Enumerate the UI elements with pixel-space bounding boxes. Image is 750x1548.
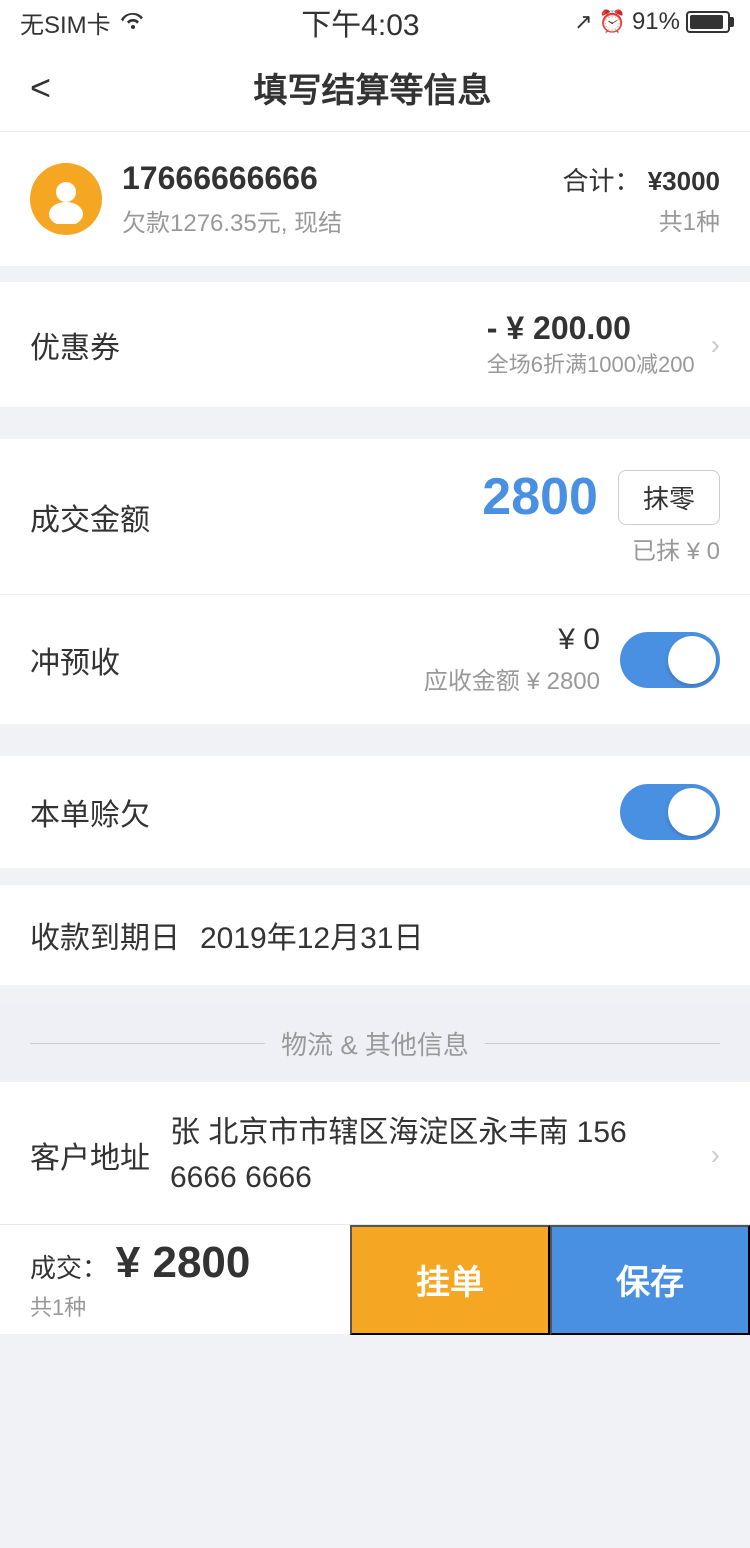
avatar [30, 163, 102, 235]
toggle-knob [668, 636, 716, 684]
section-divider-1 [0, 423, 750, 439]
deal-amount-row: 成交金额 2800 抹零 已抹 ¥ 0 [0, 439, 750, 595]
coupon-label: 优惠券 [30, 323, 120, 367]
address-label: 客户地址 [30, 1133, 150, 1177]
prepaid-toggle[interactable] [620, 632, 720, 688]
address-row[interactable]: 客户地址 张 北京市市辖区海淀区永丰南 156 6666 6666 › [0, 1082, 750, 1228]
logistics-divider: 物流 & 其他信息 [0, 1005, 750, 1082]
section-divider-2 [0, 724, 750, 740]
page-title: 填写结算等信息 [61, 63, 684, 112]
main-content: 17666666666 欠款1276.35元, 现结 合计： ¥3000 共1种… [0, 132, 750, 1548]
address-value: 张 北京市市辖区海淀区永丰南 156 6666 6666 [150, 1110, 711, 1200]
nav-bar: < 填写结算等信息 [0, 44, 750, 132]
duedate-value: 2019年12月31日 [200, 913, 423, 957]
back-button[interactable]: < [30, 57, 61, 119]
battery-icon [686, 11, 730, 33]
bottom-bar: 成交： ¥ 2800 共1种 挂单 保存 [0, 1224, 750, 1334]
round-zero-button[interactable]: 抹零 [618, 470, 720, 525]
logistics-label: 物流 & 其他信息 [281, 1025, 469, 1062]
section-divider-3 [0, 985, 750, 1005]
prepaid-label: 冲预收 [30, 638, 170, 682]
save-button[interactable]: 保存 [550, 1225, 750, 1335]
coupon-row[interactable]: 优惠券 - ¥ 200.00 全场6折满1000减200 › [0, 282, 750, 407]
bottom-deal-amount: ¥ 2800 [116, 1238, 251, 1287]
total-count: 共1种 [562, 202, 720, 237]
location-icon: ↗ [574, 9, 592, 35]
coupon-desc: 全场6折满1000减200 [487, 347, 695, 379]
debt-toggle-knob [668, 788, 716, 836]
customer-total: 合计： ¥3000 共1种 [562, 161, 720, 237]
bottom-deal-label: 成交： [30, 1253, 108, 1283]
bottom-deal-count: 共1种 [30, 1290, 320, 1322]
customer-sub: 欠款1276.35元, 现结 [122, 203, 342, 238]
status-bar: 无SIM卡 下午4:03 ↗ ⏰ 91% [0, 0, 750, 44]
status-right: ↗ ⏰ 91% [574, 8, 730, 36]
prepaid-row: 冲预收 ¥ 0 应收金额 ¥ 2800 [0, 595, 750, 724]
total-value: ¥3000 [648, 166, 720, 196]
status-time: 下午4:03 [301, 0, 419, 44]
alarm-icon: ⏰ [599, 9, 626, 35]
wifi-icon [119, 8, 147, 36]
debt-toggle[interactable] [620, 784, 720, 840]
bottom-summary: 成交： ¥ 2800 共1种 [0, 1238, 350, 1322]
chevron-right-icon: › [711, 329, 720, 361]
prepaid-amount: ¥ 0 [424, 623, 600, 657]
hang-order-button[interactable]: 挂单 [350, 1225, 550, 1335]
debt-label: 本单赊欠 [30, 790, 170, 834]
customer-phone: 17666666666 [122, 160, 342, 197]
battery-percent: 91% [632, 8, 680, 36]
carrier-text: 无SIM卡 [20, 5, 111, 40]
deal-amount-sub: 已抹 ¥ 0 [632, 531, 720, 566]
coupon-amount: - ¥ 200.00 [487, 310, 695, 347]
prepaid-sub: 应收金额 ¥ 2800 [424, 661, 600, 696]
address-chevron-icon: › [711, 1139, 720, 1171]
deal-amount-value: 2800 [482, 467, 598, 527]
customer-row: 17666666666 欠款1276.35元, 现结 合计： ¥3000 共1种 [0, 132, 750, 266]
duedate-row: 收款到期日 2019年12月31日 [0, 884, 750, 985]
status-left: 无SIM卡 [20, 5, 147, 40]
deal-amount-label: 成交金额 [30, 495, 170, 539]
duedate-label: 收款到期日 [30, 913, 180, 957]
deal-amount-card: 成交金额 2800 抹零 已抹 ¥ 0 冲预收 ¥ 0 应收金额 ¥ 2800 [0, 439, 750, 724]
debt-row: 本单赊欠 [0, 756, 750, 868]
